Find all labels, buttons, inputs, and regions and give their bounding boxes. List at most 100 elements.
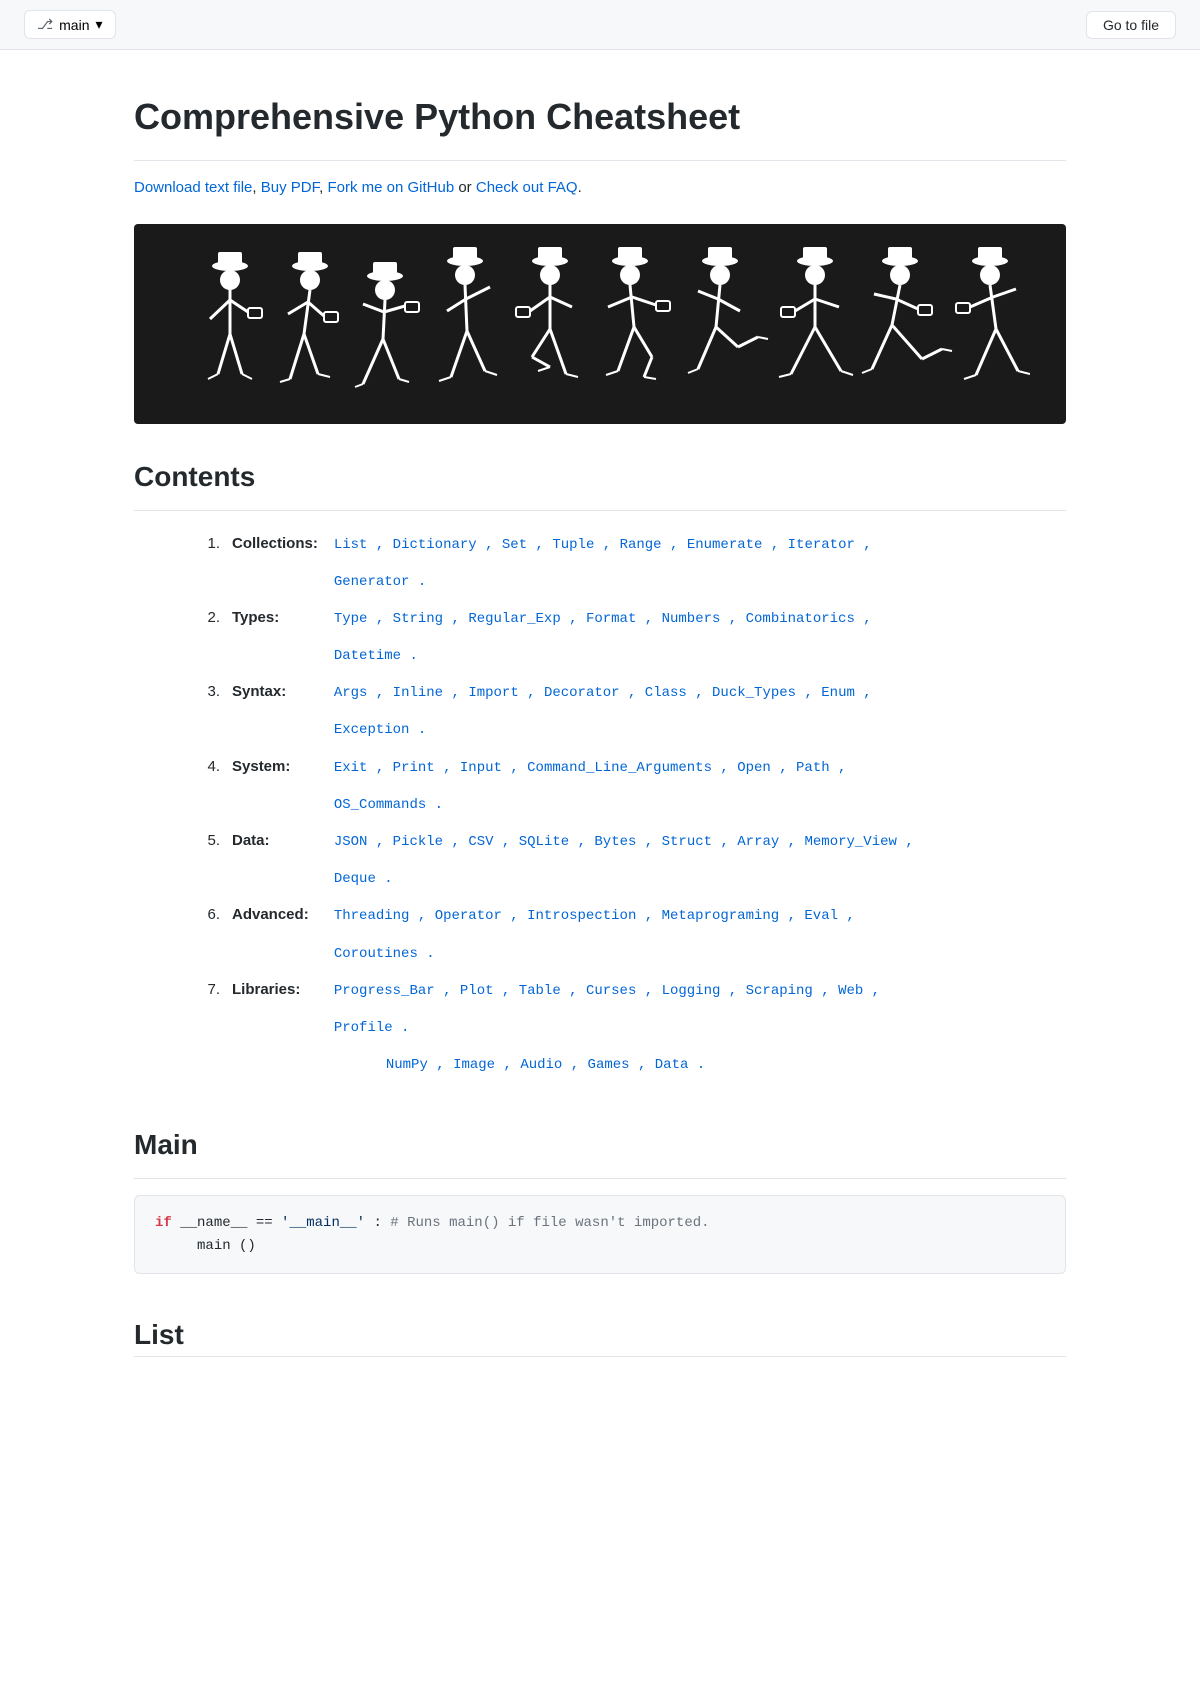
toc-number: 2.	[134, 601, 224, 638]
toc-link[interactable]: Datetime	[334, 648, 401, 664]
toc-continuation-row: Profile .	[134, 1010, 1066, 1047]
toc-link[interactable]: Data	[655, 1057, 689, 1073]
toc-link[interactable]: Numbers	[662, 611, 721, 627]
toc-link[interactable]: Eval	[804, 908, 838, 924]
toc-link[interactable]: Enumerate	[687, 537, 763, 553]
toc-link[interactable]: Logging	[662, 983, 721, 999]
toc-empty	[224, 638, 326, 675]
toc-empty	[224, 712, 326, 749]
toc-link[interactable]: OS_Commands	[334, 797, 426, 813]
toc-links: List , Dictionary , Set , Tuple , Range …	[326, 527, 1066, 564]
toc-link[interactable]: Command_Line_Arguments	[527, 760, 712, 776]
toc-row: 3.Syntax:Args , Inline , Import , Decora…	[134, 675, 1066, 712]
code-text-2: :	[373, 1215, 390, 1231]
toc-link[interactable]: Table	[519, 983, 561, 999]
toc-label: Syntax:	[224, 675, 326, 712]
toc-link[interactable]: Print	[393, 760, 435, 776]
toc-label: System:	[224, 750, 326, 787]
pdf-link[interactable]: Buy PDF	[261, 179, 319, 196]
toc-number: 3.	[134, 675, 224, 712]
toc-link[interactable]: Args	[334, 685, 368, 701]
toc-link[interactable]: Path	[796, 760, 830, 776]
toc-links: Args , Inline , Import , Decorator , Cla…	[326, 675, 1066, 712]
toc-link[interactable]: Duck_Types	[712, 685, 796, 701]
toc-link[interactable]: Enum	[821, 685, 855, 701]
toc-number: 7.	[134, 973, 224, 1010]
toc-link[interactable]: Threading	[334, 908, 410, 924]
toc-links: Type , String , Regular_Exp , Format , N…	[326, 601, 1066, 638]
toc-link[interactable]: Set	[502, 537, 527, 553]
toc-link[interactable]: Introspection	[527, 908, 636, 924]
toc-link[interactable]: Inline	[393, 685, 443, 701]
toc-links: Threading , Operator , Introspection , M…	[326, 898, 1066, 935]
toc-link[interactable]: Struct	[662, 834, 712, 850]
toc-link[interactable]: Scraping	[746, 983, 813, 999]
toc-link[interactable]: Audio	[520, 1057, 562, 1073]
toc-link[interactable]: Deque	[334, 871, 376, 887]
toc-empty	[134, 936, 224, 973]
branch-selector[interactable]: ⎇ main ▾	[24, 10, 116, 39]
toc-link[interactable]: Format	[586, 611, 636, 627]
toc-link[interactable]: Metaprograming	[662, 908, 780, 924]
toc-link[interactable]: String	[393, 611, 443, 627]
toc-link[interactable]: SQLite	[519, 834, 569, 850]
code-parens: ()	[239, 1238, 256, 1254]
toc-link[interactable]: Regular_Exp	[468, 611, 560, 627]
go-to-file-button[interactable]: Go to file	[1086, 11, 1176, 39]
toc-link[interactable]: Profile	[334, 1020, 393, 1036]
toc-link[interactable]: Curses	[586, 983, 636, 999]
toc-label: Advanced:	[224, 898, 326, 935]
toc-link[interactable]: Memory_View	[805, 834, 897, 850]
toc-extra-links: NumPy , Image , Audio , Games , Data .	[326, 1047, 1066, 1084]
toc-empty	[134, 1010, 224, 1047]
toc-table: 1.Collections:List , Dictionary , Set , …	[134, 527, 1066, 1085]
toc-link[interactable]: Coroutines	[334, 946, 418, 962]
toc-empty	[134, 712, 224, 749]
toc-link[interactable]: Dictionary	[393, 537, 477, 553]
list-heading: List	[134, 1314, 1066, 1356]
fork-link[interactable]: Fork me on GitHub	[327, 179, 454, 196]
toc-links: JSON , Pickle , CSV , SQLite , Bytes , S…	[326, 824, 1066, 861]
toc-link[interactable]: List	[334, 537, 368, 553]
toc-label: Data:	[224, 824, 326, 861]
main-content: Comprehensive Python Cheatsheet Download…	[110, 50, 1090, 1413]
toc-link[interactable]: CSV	[468, 834, 493, 850]
toc-link[interactable]: Image	[453, 1057, 495, 1073]
toc-link[interactable]: Open	[737, 760, 771, 776]
toc-empty	[224, 861, 326, 898]
toc-link[interactable]: Plot	[460, 983, 494, 999]
toc-link[interactable]: Exit	[334, 760, 368, 776]
toc-continuation-links: OS_Commands .	[326, 787, 1066, 824]
toc-link[interactable]: Games	[588, 1057, 630, 1073]
toc-link[interactable]: Pickle	[393, 834, 443, 850]
code-line-1: if __name__ == '__main__' : # Runs main(…	[155, 1212, 1045, 1234]
toc-link[interactable]: Input	[460, 760, 502, 776]
toc-link[interactable]: Operator	[435, 908, 502, 924]
toc-continuation-links: Deque .	[326, 861, 1066, 898]
branch-label: main	[59, 17, 89, 33]
branch-icon: ⎇	[37, 16, 53, 33]
toc-links: Progress_Bar , Plot , Table , Curses , L…	[326, 973, 1066, 1010]
toc-link[interactable]: Range	[620, 537, 662, 553]
download-link[interactable]: Download text file	[134, 179, 252, 196]
toc-empty	[224, 936, 326, 973]
toc-row: 4.System:Exit , Print , Input , Command_…	[134, 750, 1066, 787]
toc-link[interactable]: Import	[468, 685, 518, 701]
toc-link[interactable]: Progress_Bar	[334, 983, 435, 999]
toc-link[interactable]: Bytes	[594, 834, 636, 850]
toc-link[interactable]: Type	[334, 611, 368, 627]
toc-link[interactable]: Generator	[334, 574, 410, 590]
toc-link[interactable]: Combinatorics	[746, 611, 855, 627]
toc-link[interactable]: Decorator	[544, 685, 620, 701]
toc-link[interactable]: Exception	[334, 722, 410, 738]
contents-heading: Contents	[134, 456, 1066, 498]
toc-link[interactable]: JSON	[334, 834, 368, 850]
faq-link[interactable]: Check out FAQ	[476, 179, 578, 196]
toc-link[interactable]: Tuple	[552, 537, 594, 553]
toc-link[interactable]: Web	[838, 983, 863, 999]
toc-link[interactable]: Iterator	[788, 537, 855, 553]
toc-link[interactable]: Array	[737, 834, 779, 850]
toc-link[interactable]: Class	[645, 685, 687, 701]
toc-link[interactable]: NumPy	[386, 1057, 428, 1073]
toc-continuation-row: OS_Commands .	[134, 787, 1066, 824]
